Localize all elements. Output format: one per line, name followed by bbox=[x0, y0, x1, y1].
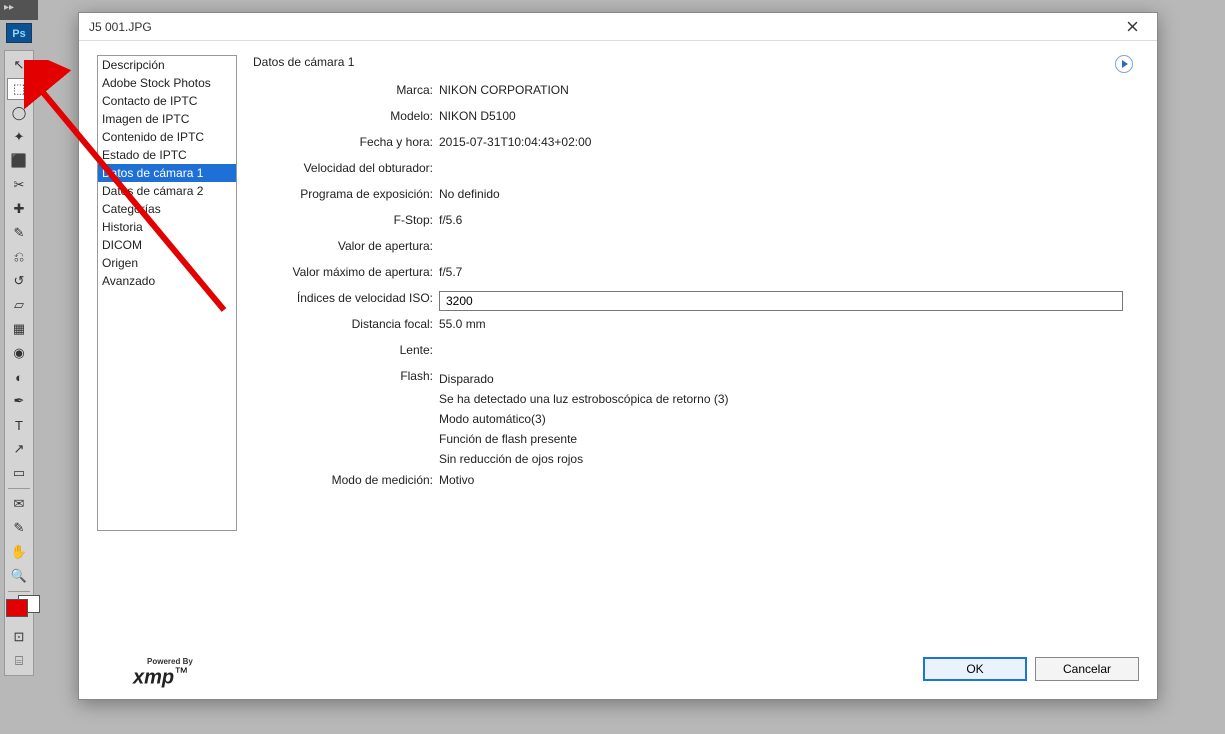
sidebar-item-iptc-contacto[interactable]: Contacto de IPTC bbox=[98, 92, 236, 110]
lasso-tool[interactable]: ◯ bbox=[7, 102, 31, 124]
section-title: Datos de cámara 1 bbox=[253, 55, 1139, 69]
iso-input[interactable] bbox=[439, 291, 1123, 311]
sidebar-item-dicom[interactable]: DICOM bbox=[98, 236, 236, 254]
value-fstop: f/5.6 bbox=[439, 213, 1139, 227]
sidebar-item-origen[interactable]: Origen bbox=[98, 254, 236, 272]
foreground-color[interactable] bbox=[6, 599, 28, 617]
slice-tool[interactable]: ✂ bbox=[7, 174, 31, 196]
value-flash: Disparado Se ha detectado una luz estrob… bbox=[439, 369, 1139, 469]
history-brush-tool[interactable]: ↺ bbox=[7, 270, 31, 292]
label-marca: Marca: bbox=[253, 83, 439, 97]
sidebar-item-iptc-estado[interactable]: Estado de IPTC bbox=[98, 146, 236, 164]
separator bbox=[8, 591, 30, 592]
label-lente: Lente: bbox=[253, 343, 439, 357]
category-sidebar: Descripción Adobe Stock Photos Contacto … bbox=[97, 55, 237, 531]
sidebar-item-descripcion[interactable]: Descripción bbox=[98, 56, 236, 74]
ps-toolbar-toggle[interactable]: ▸▸ bbox=[0, 0, 38, 20]
label-programa: Programa de exposición: bbox=[253, 187, 439, 201]
sidebar-item-camara2[interactable]: Datos de cámara 2 bbox=[98, 182, 236, 200]
magic-wand-tool[interactable]: ✦ bbox=[7, 126, 31, 148]
ps-logo: Ps bbox=[6, 23, 32, 43]
shape-tool[interactable]: ▭ bbox=[7, 462, 31, 484]
eraser-tool[interactable]: ▱ bbox=[7, 294, 31, 316]
label-apertura-max: Valor máximo de apertura: bbox=[253, 265, 439, 279]
close-icon bbox=[1127, 21, 1138, 32]
sidebar-item-camara1[interactable]: Datos de cámara 1 bbox=[98, 164, 236, 182]
gradient-tool[interactable]: ▦ bbox=[7, 318, 31, 340]
play-icon[interactable] bbox=[1115, 55, 1133, 73]
notes-tool[interactable]: ✉ bbox=[7, 493, 31, 515]
separator bbox=[8, 488, 30, 489]
value-programa: No definido bbox=[439, 187, 1139, 201]
close-button[interactable] bbox=[1117, 16, 1147, 38]
sidebar-item-historia[interactable]: Historia bbox=[98, 218, 236, 236]
sidebar-item-stock[interactable]: Adobe Stock Photos bbox=[98, 74, 236, 92]
label-modelo: Modelo: bbox=[253, 109, 439, 123]
sidebar-item-iptc-contenido[interactable]: Contenido de IPTC bbox=[98, 128, 236, 146]
file-info-dialog: J5 001.JPG Descripción Adobe Stock Photo… bbox=[78, 12, 1158, 700]
cancel-button[interactable]: Cancelar bbox=[1035, 657, 1139, 681]
label-medicion: Modo de medición: bbox=[253, 473, 439, 487]
value-medicion: Motivo bbox=[439, 473, 1139, 487]
value-marca: NIKON CORPORATION bbox=[439, 83, 1139, 97]
ok-button[interactable]: OK bbox=[923, 657, 1027, 681]
stamp-tool[interactable]: ⎌ bbox=[7, 246, 31, 268]
label-flash: Flash: bbox=[253, 369, 439, 383]
label-apertura: Valor de apertura: bbox=[253, 239, 439, 253]
sidebar-item-avanzado[interactable]: Avanzado bbox=[98, 272, 236, 290]
hand-tool[interactable]: ✋ bbox=[7, 541, 31, 563]
move-tool[interactable]: ↖ bbox=[7, 54, 31, 76]
crop-tool[interactable]: ⬛ bbox=[7, 150, 31, 172]
value-fecha: 2015-07-31T10:04:43+02:00 bbox=[439, 135, 1139, 149]
sidebar-item-categorias[interactable]: Categorías bbox=[98, 200, 236, 218]
label-fstop: F-Stop: bbox=[253, 213, 439, 227]
dialog-titlebar[interactable]: J5 001.JPG bbox=[79, 13, 1157, 41]
value-distancia: 55.0 mm bbox=[439, 317, 1139, 331]
label-distancia: Distancia focal: bbox=[253, 317, 439, 331]
screenmode-tool[interactable]: ⌸ bbox=[7, 650, 31, 672]
dialog-title: J5 001.JPG bbox=[89, 20, 1117, 34]
tools-palette: ↖ ⬚ ◯ ✦ ⬛ ✂ ✚ ✎ ⎌ ↺ ▱ ▦ ◉ ◐ ✒ T ↗ ▭ ✉ ✎ … bbox=[4, 50, 34, 676]
label-obturador: Velocidad del obturador: bbox=[253, 161, 439, 175]
blur-tool[interactable]: ◉ bbox=[7, 342, 31, 364]
pen-tool[interactable]: ✒ bbox=[7, 390, 31, 412]
healing-tool[interactable]: ✚ bbox=[7, 198, 31, 220]
xmp-logo: Powered By xmp™ bbox=[97, 657, 923, 689]
value-apertura-max: f/5.7 bbox=[439, 265, 1139, 279]
dodge-tool[interactable]: ◐ bbox=[7, 366, 31, 388]
label-fecha: Fecha y hora: bbox=[253, 135, 439, 149]
main-panel: Datos de cámara 1 Marca:NIKON CORPORATIO… bbox=[249, 55, 1139, 611]
eyedropper-tool[interactable]: ✎ bbox=[7, 517, 31, 539]
marquee-tool[interactable]: ⬚ bbox=[7, 78, 31, 100]
value-modelo: NIKON D5100 bbox=[439, 109, 1139, 123]
zoom-tool[interactable]: 🔍 bbox=[7, 565, 31, 587]
sidebar-item-iptc-imagen[interactable]: Imagen de IPTC bbox=[98, 110, 236, 128]
path-tool[interactable]: ↗ bbox=[7, 438, 31, 460]
label-iso: Índices de velocidad ISO: bbox=[253, 291, 439, 305]
brush-tool[interactable]: ✎ bbox=[7, 222, 31, 244]
type-tool[interactable]: T bbox=[7, 414, 31, 436]
quickmask-tool[interactable]: ⊡ bbox=[7, 626, 31, 648]
